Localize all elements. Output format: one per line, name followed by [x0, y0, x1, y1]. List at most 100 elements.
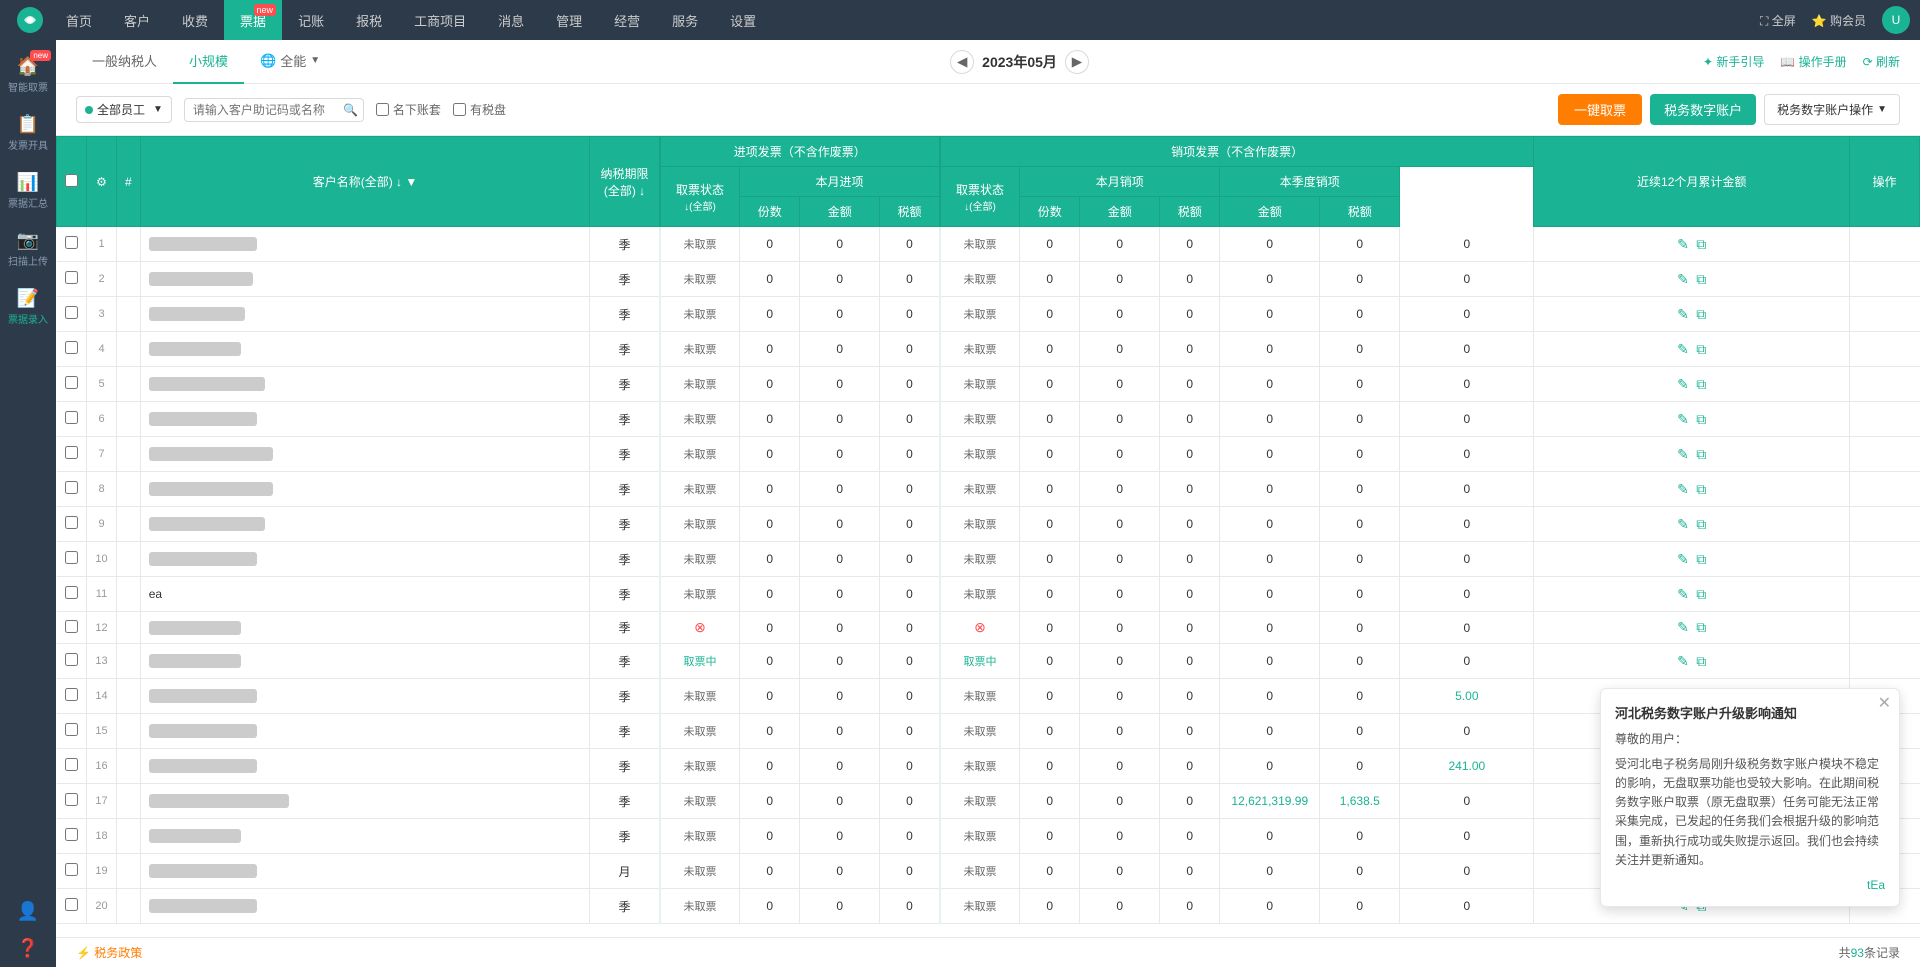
- nav-manage[interactable]: 管理: [540, 0, 598, 40]
- period-prev-btn[interactable]: ◀: [950, 50, 974, 74]
- sidebar-item-smart-invoice[interactable]: 🏠 智能取票 new: [3, 48, 53, 102]
- edit-icon[interactable]: ✎: [1677, 481, 1689, 497]
- row-checkbox-cell[interactable]: [57, 227, 87, 262]
- customer-name-cell[interactable]: [140, 889, 590, 924]
- copy-icon[interactable]: ⧉: [1696, 341, 1706, 357]
- settings-header[interactable]: ⚙: [87, 137, 117, 227]
- customer-name-cell[interactable]: [140, 507, 590, 542]
- nav-message[interactable]: 消息: [482, 0, 540, 40]
- row-checkbox-cell[interactable]: [57, 612, 87, 644]
- customer-name-cell[interactable]: [140, 854, 590, 889]
- edit-icon[interactable]: ✎: [1677, 551, 1689, 567]
- row-checkbox-cell[interactable]: [57, 889, 87, 924]
- row-checkbox-cell[interactable]: [57, 854, 87, 889]
- out-status-header[interactable]: 取票状态↓(全部): [940, 167, 1020, 227]
- edit-icon[interactable]: ✎: [1677, 586, 1689, 602]
- copy-icon[interactable]: ⧉: [1696, 446, 1706, 462]
- fullscreen-btn[interactable]: ⛶ 全屏: [1760, 12, 1796, 29]
- in-status-header[interactable]: 取票状态↓(全部): [660, 167, 740, 227]
- customer-name-cell[interactable]: [140, 472, 590, 507]
- row-checkbox[interactable]: [65, 828, 78, 841]
- row-checkbox[interactable]: [65, 863, 78, 876]
- edit-icon[interactable]: ✎: [1677, 516, 1689, 532]
- checkbox-sub-account[interactable]: 名下账套: [376, 101, 441, 118]
- customer-name-cell[interactable]: ea: [140, 577, 590, 612]
- search-input[interactable]: [184, 98, 364, 122]
- copy-icon[interactable]: ⧉: [1696, 481, 1706, 497]
- row-checkbox[interactable]: [65, 620, 78, 633]
- customer-name-header[interactable]: 客户名称(全部) ↓ ▼: [140, 137, 590, 227]
- copy-icon[interactable]: ⧉: [1696, 551, 1706, 567]
- customer-name-cell[interactable]: [140, 332, 590, 367]
- customer-name-cell[interactable]: [140, 644, 590, 679]
- tab-general-taxpayer[interactable]: 一般纳税人: [76, 40, 173, 84]
- row-checkbox-cell[interactable]: [57, 714, 87, 749]
- nav-operation[interactable]: 经营: [598, 0, 656, 40]
- nav-service[interactable]: 服务: [656, 0, 714, 40]
- vip-btn[interactable]: ⭐ 购会员: [1812, 12, 1866, 29]
- nav-settings[interactable]: 设置: [714, 0, 772, 40]
- edit-icon[interactable]: ✎: [1677, 271, 1689, 287]
- edit-icon[interactable]: ✎: [1677, 341, 1689, 357]
- row-checkbox[interactable]: [65, 551, 78, 564]
- copy-icon[interactable]: ⧉: [1696, 306, 1706, 322]
- new-guide-link[interactable]: ✦ 新手引导: [1703, 53, 1764, 70]
- customer-name-cell[interactable]: [140, 367, 590, 402]
- tax-period-header[interactable]: 纳税期限(全部) ↓: [590, 137, 660, 227]
- customer-name-cell[interactable]: [140, 679, 590, 714]
- row-checkbox[interactable]: [65, 306, 78, 319]
- row-checkbox[interactable]: [65, 586, 78, 599]
- customer-name-cell[interactable]: [140, 402, 590, 437]
- tab-all[interactable]: 🌐全能 ▼: [244, 40, 336, 84]
- edit-icon[interactable]: ✎: [1677, 446, 1689, 462]
- row-checkbox[interactable]: [65, 758, 78, 771]
- customer-name-cell[interactable]: [140, 227, 590, 262]
- edit-icon[interactable]: ✎: [1677, 306, 1689, 322]
- row-checkbox[interactable]: [65, 481, 78, 494]
- customer-name-cell[interactable]: [140, 784, 590, 819]
- row-checkbox-cell[interactable]: [57, 297, 87, 332]
- row-checkbox-cell[interactable]: [57, 507, 87, 542]
- checkbox-tax-disk[interactable]: 有税盘: [453, 101, 506, 118]
- edit-icon[interactable]: ✎: [1677, 236, 1689, 252]
- one-click-invoice-btn[interactable]: 一键取票: [1558, 94, 1642, 125]
- checkbox-all-header[interactable]: [57, 137, 87, 227]
- sidebar-item-scan-upload[interactable]: 📷 扫描上传: [3, 222, 53, 276]
- row-checkbox-cell[interactable]: [57, 679, 87, 714]
- user-avatar[interactable]: U: [1882, 6, 1910, 34]
- row-checkbox-cell[interactable]: [57, 262, 87, 297]
- row-checkbox[interactable]: [65, 898, 78, 911]
- edit-icon[interactable]: ✎: [1677, 376, 1689, 392]
- edit-icon[interactable]: ✎: [1677, 411, 1689, 427]
- sidebar-item-invoice-open[interactable]: 📋 发票开具: [3, 106, 53, 160]
- sidebar-item-invoice-summary[interactable]: 📊 票据汇总: [3, 164, 53, 218]
- sidebar-item-user[interactable]: 👤: [3, 893, 53, 930]
- customer-name-cell[interactable]: [140, 612, 590, 644]
- customer-name-cell[interactable]: [140, 819, 590, 854]
- nav-business[interactable]: 工商项目: [398, 0, 482, 40]
- refresh-link[interactable]: ⟳ 刷新: [1863, 53, 1900, 70]
- row-checkbox-cell[interactable]: [57, 332, 87, 367]
- row-checkbox[interactable]: [65, 376, 78, 389]
- customer-name-cell[interactable]: [140, 542, 590, 577]
- nav-invoice[interactable]: 票据 new: [224, 0, 282, 40]
- customer-name-cell[interactable]: [140, 262, 590, 297]
- search-button[interactable]: 🔍: [343, 103, 358, 117]
- customer-name-cell[interactable]: [140, 297, 590, 332]
- select-all-checkbox[interactable]: [65, 174, 78, 187]
- row-checkbox-cell[interactable]: [57, 542, 87, 577]
- row-checkbox[interactable]: [65, 516, 78, 529]
- edit-icon[interactable]: ✎: [1677, 653, 1689, 669]
- manual-link[interactable]: 📖 操作手册: [1780, 53, 1846, 70]
- app-logo[interactable]: [10, 0, 50, 40]
- copy-icon[interactable]: ⧉: [1696, 236, 1706, 252]
- nav-bookkeeping[interactable]: 记账: [282, 0, 340, 40]
- tax-digital-account-btn[interactable]: 税务数字账户: [1650, 94, 1756, 125]
- row-checkbox[interactable]: [65, 723, 78, 736]
- sidebar-item-help[interactable]: ❓: [3, 930, 53, 967]
- row-checkbox[interactable]: [65, 446, 78, 459]
- sidebar-item-invoice-entry[interactable]: 📝 票据录入: [3, 280, 53, 334]
- row-checkbox[interactable]: [65, 236, 78, 249]
- copy-icon[interactable]: ⧉: [1696, 516, 1706, 532]
- copy-icon[interactable]: ⧉: [1696, 376, 1706, 392]
